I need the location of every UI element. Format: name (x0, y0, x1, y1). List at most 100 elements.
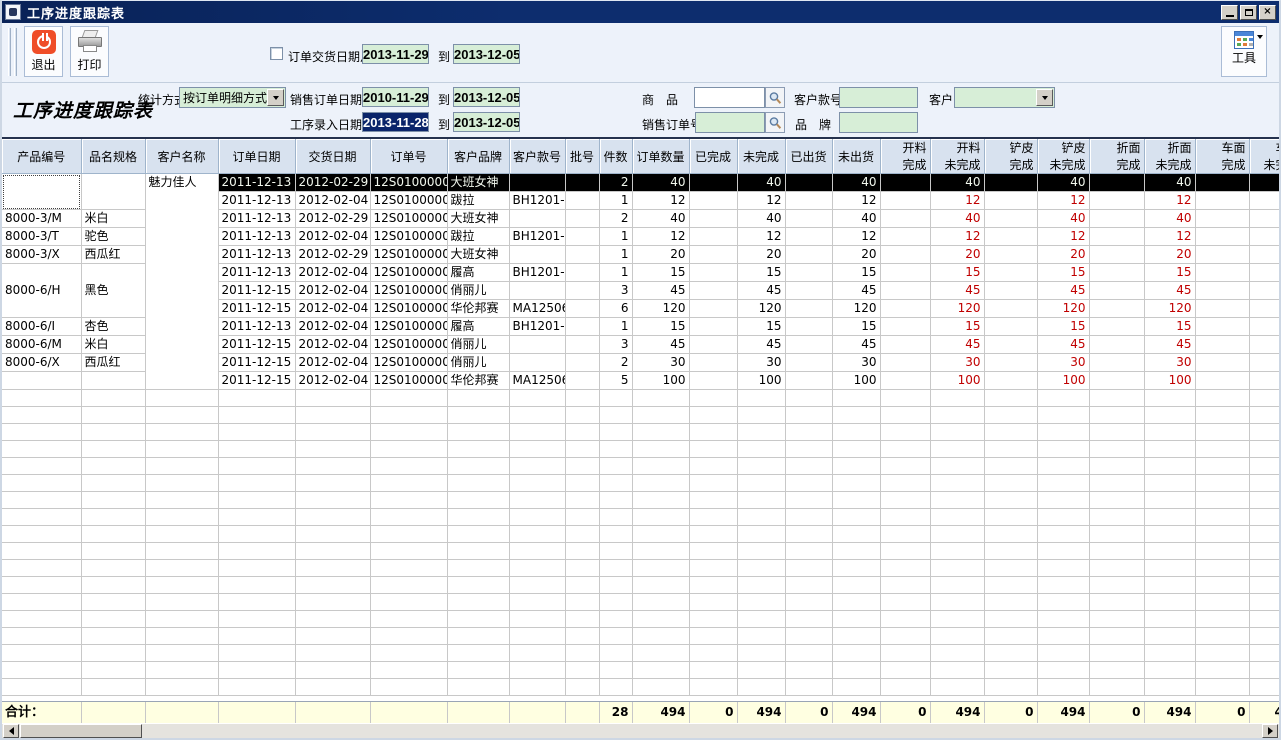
cell-order_no[interactable]: 12S01000002 (370, 317, 448, 336)
cell-qty[interactable]: 40 (632, 173, 690, 192)
cell-cp_done[interactable] (984, 317, 1038, 336)
cell-spec[interactable]: 黑色 (81, 263, 146, 318)
cell-shipped[interactable] (785, 227, 833, 246)
cell-batch[interactable] (565, 209, 600, 228)
cell-cm_undone[interactable] (1249, 371, 1279, 390)
cell-cm_done[interactable] (1195, 245, 1250, 264)
cell-cp_done[interactable] (984, 263, 1038, 282)
cell-delivery_date[interactable]: 2012-02-29 (295, 245, 371, 264)
cell-shipped[interactable] (785, 245, 833, 264)
cell-cm_done[interactable] (1195, 173, 1250, 192)
cell-kl_done[interactable] (880, 263, 931, 282)
cell-cm_done[interactable] (1195, 335, 1250, 354)
sales-order-search-button[interactable] (765, 112, 785, 133)
cell-brand[interactable]: 跋拉 (447, 191, 510, 210)
cell-pieces[interactable]: 1 (599, 317, 633, 336)
cell-undone[interactable]: 12 (737, 191, 786, 210)
cell-done[interactable] (689, 371, 738, 390)
cell-qty[interactable]: 45 (632, 281, 690, 300)
cell-cm_undone[interactable] (1249, 263, 1279, 282)
cell-kl_done[interactable] (880, 245, 931, 264)
cell-delivery_date[interactable]: 2012-02-29 (295, 209, 371, 228)
col-header-order_date[interactable]: 订单日期 (218, 139, 296, 174)
cell-cp_done[interactable] (984, 209, 1038, 228)
col-header-batch[interactable]: 批号 (565, 139, 600, 174)
cell-brand[interactable]: 跋拉 (447, 227, 510, 246)
cell-unshipped[interactable]: 40 (832, 209, 881, 228)
col-header-spec[interactable]: 品名规格 (81, 139, 146, 174)
cell-kl_done[interactable] (880, 191, 931, 210)
cell-kl_done[interactable] (880, 227, 931, 246)
exit-button[interactable]: 退出 (24, 26, 63, 77)
cell-order_date[interactable]: 2011-12-15 (218, 371, 296, 390)
cell-cm_done[interactable] (1195, 317, 1250, 336)
cell-cust_style[interactable]: BH1201-2 (509, 191, 566, 210)
cell-order_no[interactable]: 12S01000003 (370, 335, 448, 354)
col-header-done[interactable]: 已完成 (689, 139, 738, 174)
cell-zm_undone[interactable]: 12 (1144, 191, 1196, 210)
cell-brand[interactable]: 大班女神 (447, 173, 510, 192)
cell-qty[interactable]: 40 (632, 209, 690, 228)
cell-unshipped[interactable]: 45 (832, 281, 881, 300)
cell-cm_undone[interactable] (1249, 353, 1279, 372)
cell-order_no[interactable]: 12S01000001 (370, 245, 448, 264)
scroll-left-button[interactable] (3, 724, 19, 738)
scroll-right-button[interactable] (1262, 724, 1278, 738)
cell-cp_done[interactable] (984, 191, 1038, 210)
cell-cust_style[interactable]: MA125068 (509, 299, 566, 318)
delivery-date-to-input[interactable] (453, 44, 520, 64)
cell-kl_done[interactable] (880, 353, 931, 372)
cell-order_date[interactable]: 2011-12-13 (218, 173, 296, 192)
cell-zm_done[interactable] (1089, 371, 1145, 390)
cell-pieces[interactable]: 3 (599, 335, 633, 354)
cell-cm_undone[interactable] (1249, 227, 1279, 246)
col-header-shipped[interactable]: 已出货 (785, 139, 833, 174)
cell-shipped[interactable] (785, 191, 833, 210)
cell-delivery_date[interactable]: 2012-02-04 (295, 371, 371, 390)
cell-unshipped[interactable]: 15 (832, 263, 881, 282)
cell-delivery_date[interactable]: 2012-02-04 (295, 191, 371, 210)
cell-undone[interactable]: 100 (737, 371, 786, 390)
cell-unshipped[interactable]: 12 (832, 227, 881, 246)
cell-done[interactable] (689, 335, 738, 354)
cell-zm_undone[interactable]: 45 (1144, 335, 1196, 354)
print-button[interactable]: 打印 (70, 26, 109, 77)
cell-spec[interactable]: 西瓜红 (81, 353, 146, 372)
col-header-cp_done[interactable]: 铲皮 完成 (984, 139, 1038, 174)
cell-brand[interactable]: 大班女神 (447, 209, 510, 228)
cell-spec[interactable]: 西瓜红 (81, 245, 146, 264)
col-header-pieces[interactable]: 件数 (599, 139, 633, 174)
cell-shipped[interactable] (785, 173, 833, 192)
cell-cp_done[interactable] (984, 173, 1038, 192)
cell-cust_style[interactable]: BH1201-5 (509, 263, 566, 282)
col-header-cp_undone[interactable]: 铲皮 未完成 (1037, 139, 1090, 174)
cell-cp_undone[interactable]: 20 (1037, 245, 1090, 264)
cell-cust_style[interactable] (509, 281, 566, 300)
cell-order_date[interactable]: 2011-12-13 (218, 191, 296, 210)
cell-cust_style[interactable] (509, 353, 566, 372)
cell-kl_done[interactable] (880, 335, 931, 354)
cell-code[interactable]: 8000-6/M (2, 335, 82, 354)
cell-cp_done[interactable] (984, 227, 1038, 246)
cell-zm_done[interactable] (1089, 299, 1145, 318)
cell-shipped[interactable] (785, 335, 833, 354)
cell-pieces[interactable]: 1 (599, 227, 633, 246)
cell-unshipped[interactable]: 12 (832, 191, 881, 210)
cell-cm_undone[interactable] (1249, 299, 1279, 318)
cell-done[interactable] (689, 281, 738, 300)
col-header-cust_name[interactable]: 客户名称 (145, 139, 219, 174)
cell-cp_undone[interactable]: 120 (1037, 299, 1090, 318)
cell-order_no[interactable]: 12S01000003 (370, 299, 448, 318)
cell-qty[interactable]: 120 (632, 299, 690, 318)
cell-pieces[interactable]: 3 (599, 281, 633, 300)
cell-cust_style[interactable] (509, 245, 566, 264)
cell-kl_undone[interactable]: 40 (930, 173, 985, 192)
cell-cust_style[interactable] (509, 173, 566, 192)
customer-dropdown-button[interactable] (1036, 89, 1053, 106)
cell-pieces[interactable]: 1 (599, 191, 633, 210)
cell-cp_undone[interactable]: 40 (1037, 209, 1090, 228)
cell-kl_done[interactable] (880, 173, 931, 192)
cell-order_date[interactable]: 2011-12-15 (218, 353, 296, 372)
cell-order_date[interactable]: 2011-12-15 (218, 335, 296, 354)
cell-zm_done[interactable] (1089, 209, 1145, 228)
